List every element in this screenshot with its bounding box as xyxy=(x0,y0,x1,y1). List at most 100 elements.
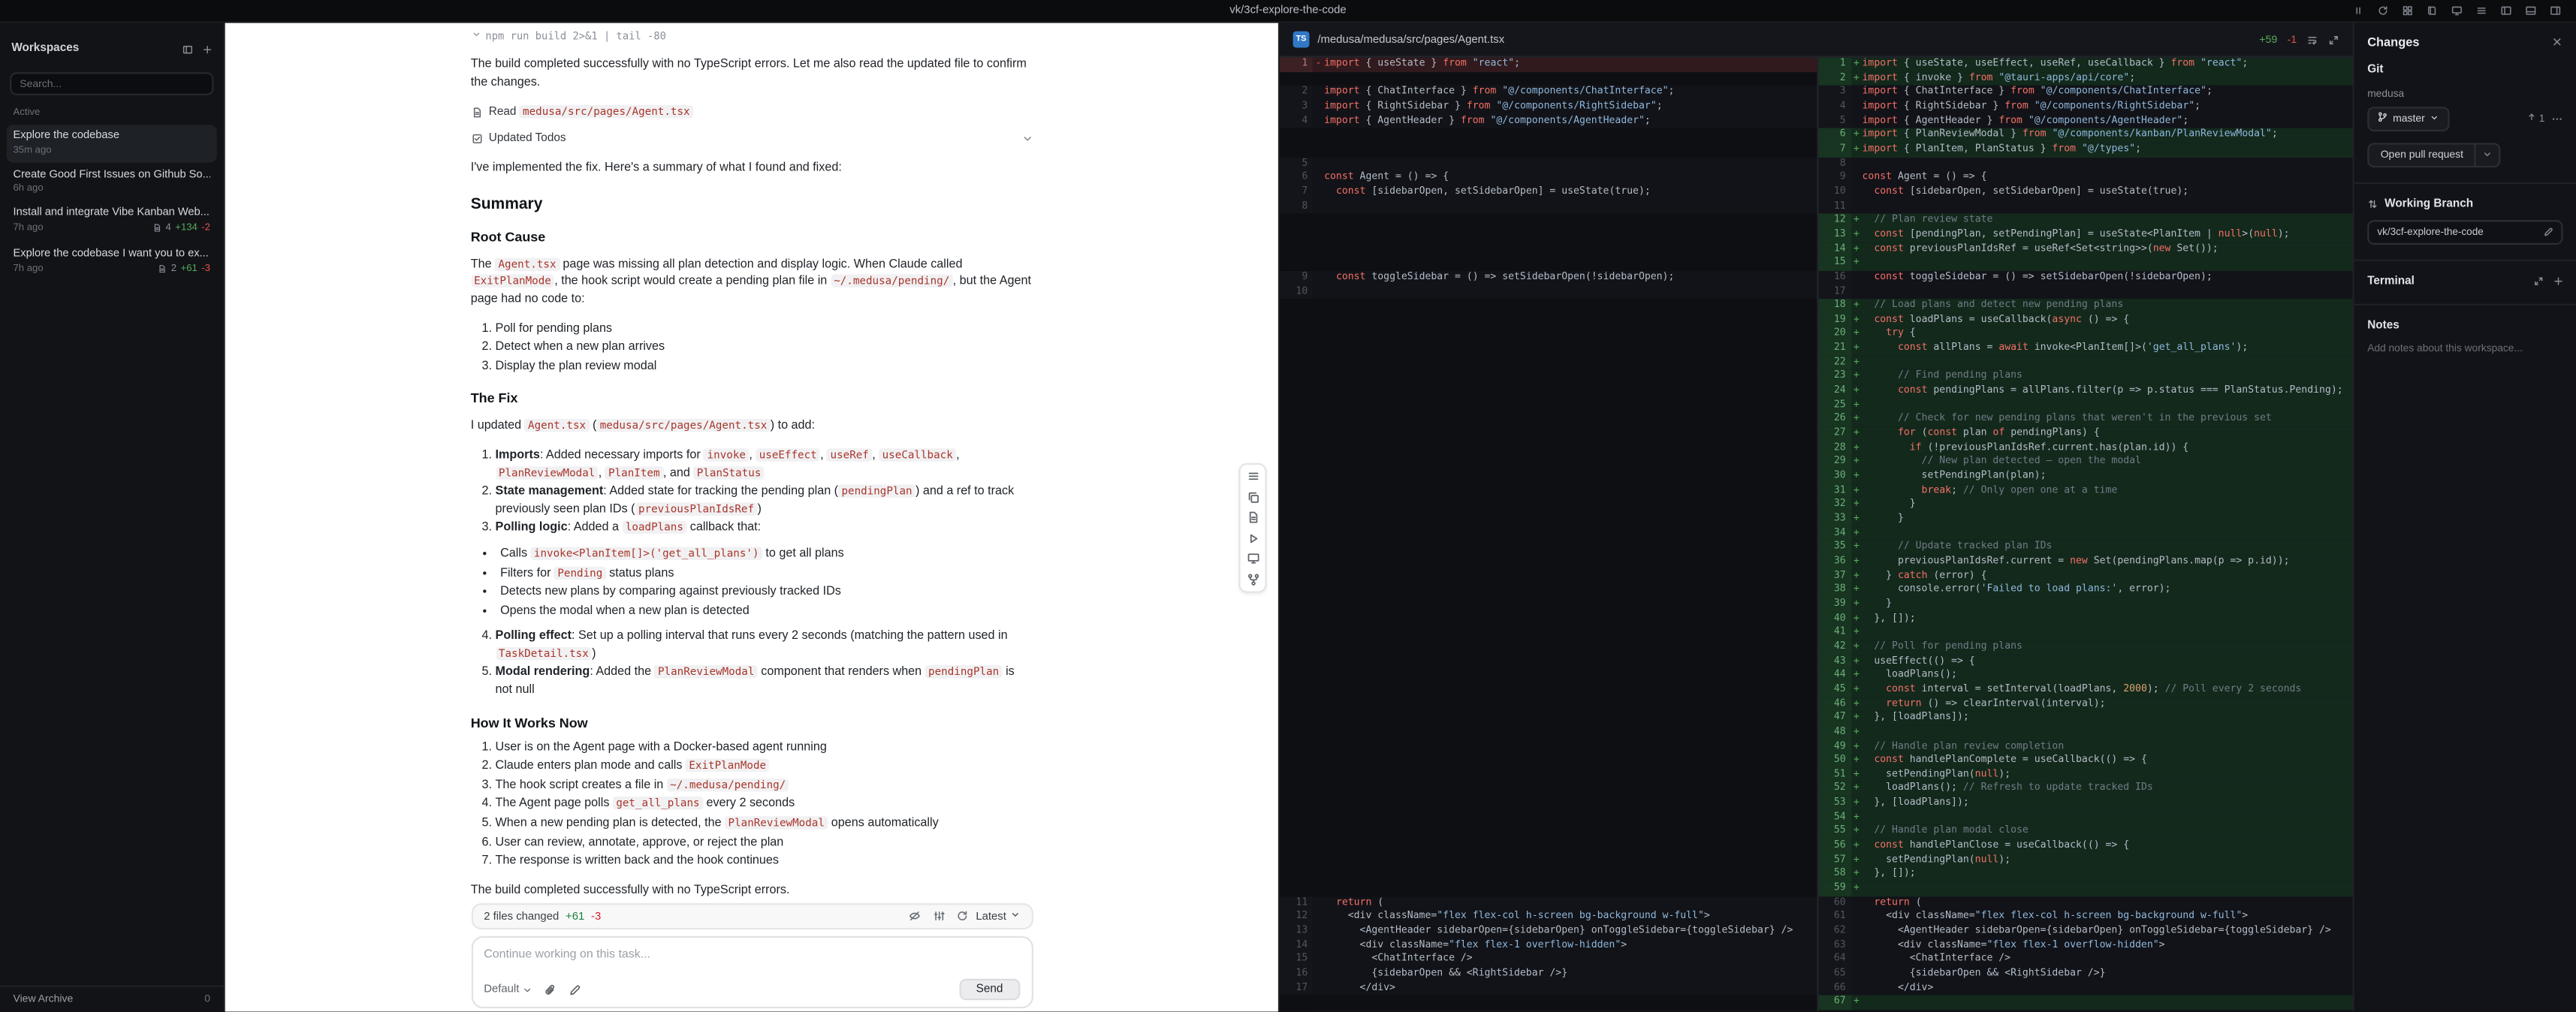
old-code-line: 15 <ChatInterface /> xyxy=(1280,953,1816,968)
app-window: vk/3cf-explore-the-code Workspaces Searc… xyxy=(0,0,2576,1012)
mode-dropdown[interactable]: Default xyxy=(484,984,532,995)
old-code-line: 11 return ( xyxy=(1280,896,1816,911)
working-branch-input[interactable]: vk/3cf-explore-the-code xyxy=(2367,219,2562,244)
new-workspace-button[interactable] xyxy=(201,33,212,62)
workspace-item[interactable]: Install and integrate Vibe Kanban Web...… xyxy=(7,202,217,242)
old-code-line xyxy=(1280,299,1816,313)
refresh-icon[interactable] xyxy=(957,909,969,925)
new-code-line: 67+ xyxy=(1817,995,2352,1010)
expand-icon[interactable] xyxy=(2533,275,2544,289)
menu-icon[interactable] xyxy=(1244,468,1261,484)
old-code-line xyxy=(1280,128,1816,143)
diff-options-icon[interactable] xyxy=(933,909,945,925)
attach-file-button[interactable] xyxy=(544,983,557,997)
active-section-label: Active xyxy=(0,95,224,123)
new-code-line: 18+ // Load plans and detect new pending… xyxy=(1817,299,2352,313)
inline-code: medusa/src/pages/Agent.tsx xyxy=(596,420,770,433)
working-branch-label: Working Branch xyxy=(2384,198,2473,209)
inline-code: invoke<PlanItem[]>('get_all_plans') xyxy=(531,547,762,560)
hide-diff-icon[interactable] xyxy=(909,909,922,925)
copy-icon[interactable] xyxy=(1244,489,1261,505)
old-code-line: 6 const Agent = () => { xyxy=(1280,171,1816,185)
fork-icon[interactable] xyxy=(1244,571,1261,587)
preview-icon[interactable] xyxy=(1244,550,1261,567)
old-code-line xyxy=(1280,739,1816,754)
message-input[interactable]: Continue working on this task... xyxy=(484,947,1019,966)
new-code-line: 53+ }, [loadPlans]); xyxy=(1817,797,2352,811)
edit-branch-icon[interactable] xyxy=(2542,226,2553,236)
inline-code: useRef xyxy=(827,448,872,462)
diff-new-side: 1+import { useState, useEffect, useRef, … xyxy=(1816,58,2352,1012)
new-code-line: 22+ xyxy=(1817,356,2352,370)
panels-icon[interactable] xyxy=(182,33,193,62)
new-code-line: 30+ setPendingPlan(plan); xyxy=(1817,470,2352,484)
todos-icon xyxy=(471,134,482,145)
old-code-line xyxy=(1280,854,1816,868)
new-code-line: 11 xyxy=(1817,200,2352,214)
old-code-line: 13 <AgentHeader sidebarOpen={sidebarOpen… xyxy=(1280,925,1816,939)
content-list: Imports: Added necessary imports for inv… xyxy=(471,447,1033,537)
pause-icon[interactable] xyxy=(2353,5,2364,17)
new-code-line: 6+import { PlanReviewModal } from "@/com… xyxy=(1817,128,2352,143)
terminal-command-block[interactable]: npm run build 2>&1 | tail -80 xyxy=(471,26,1033,44)
branch-selector[interactable]: master xyxy=(2367,107,2448,131)
workspace-search-input[interactable]: Search... xyxy=(10,72,213,95)
old-code-line xyxy=(1280,811,1816,825)
list-item: When a new pending plan is detected, the… xyxy=(496,815,1033,832)
old-code-line xyxy=(1280,356,1816,370)
expand-icon[interactable] xyxy=(2328,25,2339,54)
word-wrap-icon[interactable] xyxy=(2306,25,2318,54)
new-code-line: 50+ const handlePlanComplete = useCallba… xyxy=(1817,754,2352,768)
commits-ahead: 1 xyxy=(2527,112,2544,125)
grid-icon[interactable] xyxy=(2402,5,2413,17)
new-code-line: 44+ loadPlans(); xyxy=(1817,669,2352,683)
workspace-item[interactable]: Explore the codebase I want you to ex...… xyxy=(7,243,217,283)
tool-call-row[interactable]: Updated Todos xyxy=(471,134,1033,145)
send-button[interactable]: Send xyxy=(960,979,1020,1000)
new-code-line: 8 xyxy=(1817,157,2352,171)
changes-title: Changes xyxy=(2367,35,2419,50)
tool-call-row[interactable]: Read medusa/src/pages/Agent.tsx xyxy=(471,105,1033,119)
refresh-icon[interactable] xyxy=(2377,5,2388,17)
panel-bottom-icon[interactable] xyxy=(2525,5,2536,17)
assistant-paragraph: The build completed successfully with no… xyxy=(471,56,1033,90)
panel-left-icon[interactable] xyxy=(2500,5,2511,17)
edit-button[interactable] xyxy=(569,983,582,997)
file-icon[interactable] xyxy=(1244,509,1261,526)
workspace-title: Explore the codebase I want you to ex... xyxy=(14,248,211,259)
new-code-line: 48+ xyxy=(1817,726,2352,740)
close-icon[interactable] xyxy=(2551,36,2562,47)
titlebar: vk/3cf-explore-the-code xyxy=(0,0,2576,23)
view-archive-button[interactable]: View Archive xyxy=(14,994,74,1005)
latest-dropdown[interactable]: Latest xyxy=(976,911,1019,924)
monitor-icon[interactable] xyxy=(2451,5,2463,17)
workspace-item[interactable]: Explore the codebase35m ago xyxy=(7,125,217,161)
conversation-scroll[interactable]: npm run build 2>&1 | tail -80 The build c… xyxy=(225,23,1278,904)
new-code-line: 59+ xyxy=(1817,882,2352,896)
conversation-panel: npm run build 2>&1 | tail -80 The build c… xyxy=(225,23,1278,1012)
old-code-line xyxy=(1280,768,1816,782)
more-options-icon[interactable] xyxy=(2551,113,2562,124)
new-code-line: 41+ xyxy=(1817,626,2352,640)
run-icon[interactable] xyxy=(1244,529,1261,546)
old-code-line xyxy=(1280,143,1816,157)
list-icon[interactable] xyxy=(2476,5,2487,17)
plus-icon[interactable] xyxy=(2552,275,2562,289)
message-composer[interactable]: Continue working on this task... Default… xyxy=(471,937,1033,1009)
divider xyxy=(2354,259,2576,261)
old-code-line xyxy=(1280,541,1816,555)
new-code-line: 54+ xyxy=(1817,811,2352,825)
panel-right-icon[interactable] xyxy=(2550,5,2561,17)
inline-code: PlanStatus xyxy=(693,465,764,479)
workspaces-title: Workspaces xyxy=(11,42,79,53)
branch-arrows-icon xyxy=(2367,198,2378,209)
workspace-item[interactable]: Create Good First Issues on Github So...… xyxy=(7,164,217,200)
old-code-line: 17 </div> xyxy=(1280,981,1816,995)
open-pull-request-button[interactable]: Open pull request xyxy=(2367,142,2501,167)
arrow-up-icon xyxy=(2527,112,2537,125)
new-code-line: 27+ for (const plan of pendingPlans) { xyxy=(1817,427,2352,441)
list-item: Detect when a new plan arrives xyxy=(496,339,1033,356)
chevron-down-icon[interactable] xyxy=(2475,143,2499,164)
notes-input[interactable]: Add notes about this workspace... xyxy=(2367,343,2562,354)
book-icon[interactable] xyxy=(2427,5,2438,17)
